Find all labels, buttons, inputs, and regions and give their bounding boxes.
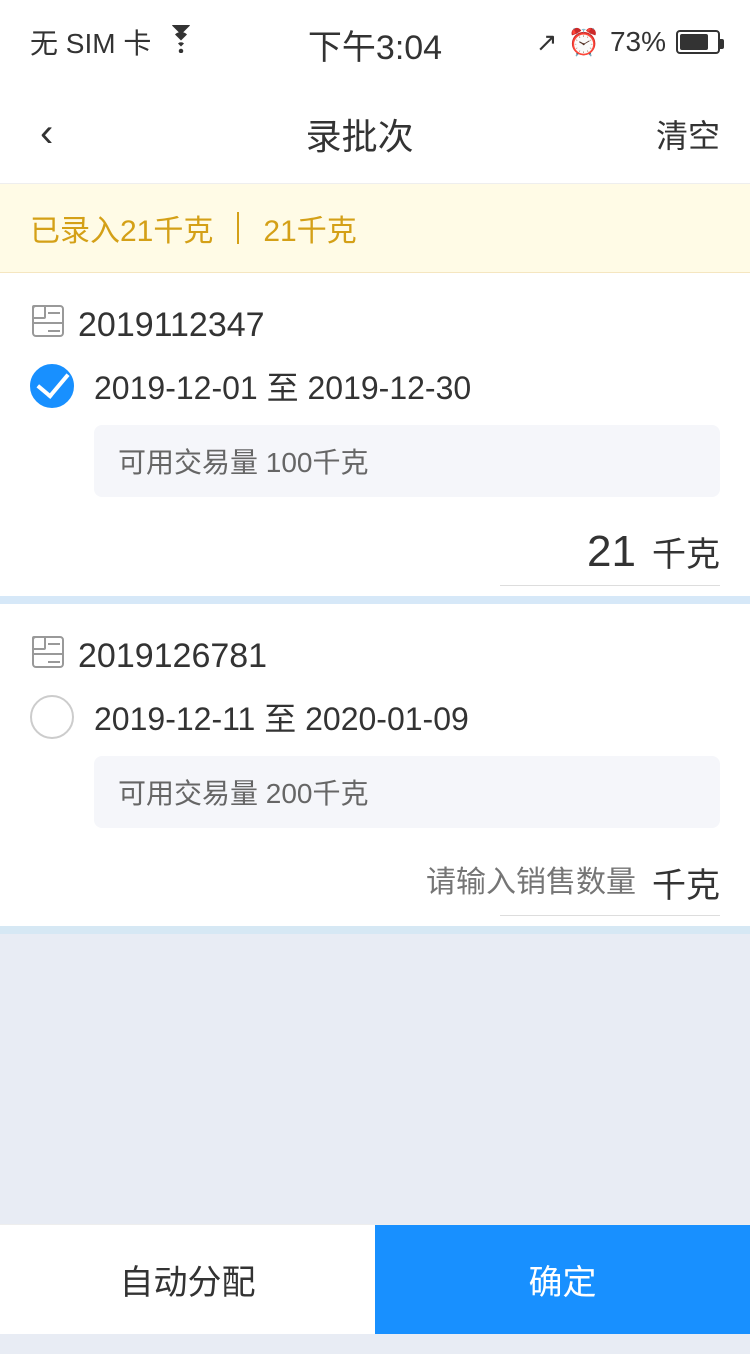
- batch-1-quantity: 21: [587, 527, 636, 577]
- batch-1-date: 2019-12-01 至 2019-12-30: [94, 363, 471, 409]
- info-banner-label: 已录入21千克: [30, 206, 213, 250]
- info-banner-value: 21千克: [263, 206, 356, 250]
- info-banner-divider: [237, 212, 239, 244]
- section-divider-1: [0, 596, 750, 604]
- status-bar: 无 SIM 卡 下午3:04 ↗ ⏰ 73%: [0, 0, 750, 84]
- wifi-icon: [163, 25, 199, 60]
- batch-2-header: 2019126781: [30, 634, 720, 678]
- batch-2-icon: [30, 634, 66, 678]
- location-icon: ↗: [536, 27, 558, 58]
- alarm-icon: ⏰: [568, 27, 600, 58]
- status-bar-time: 下午3:04: [308, 20, 442, 69]
- batch-1-id: 2019112347: [78, 306, 265, 345]
- batch-1-underline: [500, 585, 720, 586]
- section-divider-2: [0, 926, 750, 934]
- batch-2-card: 2019126781 2019-12-11 至 2020-01-09 可用交易量…: [0, 604, 750, 926]
- batch-2-quantity-input[interactable]: [316, 866, 636, 900]
- batch-2-avail: 可用交易量 200千克: [94, 756, 720, 828]
- batch-2-date: 2019-12-11 至 2020-01-09: [94, 694, 469, 740]
- batch-1-avail: 可用交易量 100千克: [94, 425, 720, 497]
- status-bar-right: ↗ ⏰ 73%: [536, 26, 720, 58]
- back-button[interactable]: ‹: [30, 101, 63, 166]
- batch-1-radio[interactable]: [30, 364, 74, 408]
- bottom-bar: 自动分配 确定: [0, 1224, 750, 1334]
- batch-2-underline: [500, 915, 720, 916]
- status-bar-left: 无 SIM 卡: [30, 22, 199, 62]
- page-title: 录批次: [306, 108, 414, 160]
- battery-label: 73%: [610, 26, 666, 58]
- batch-1-header: 2019112347: [30, 303, 720, 347]
- batch-2-radio[interactable]: [30, 695, 74, 739]
- clear-button[interactable]: 清空: [656, 111, 720, 157]
- batch-2-id: 2019126781: [78, 637, 267, 676]
- carrier-label: 无 SIM 卡: [30, 22, 151, 62]
- batch-2-date-row: 2019-12-11 至 2020-01-09: [30, 694, 720, 740]
- batch-1-icon: [30, 303, 66, 347]
- batch-1-card: 2019112347 2019-12-01 至 2019-12-30 可用交易量…: [0, 273, 750, 596]
- batch-2-unit: 千克: [652, 858, 720, 907]
- batch-1-unit: 千克: [652, 527, 720, 576]
- batch-1-date-row: 2019-12-01 至 2019-12-30: [30, 363, 720, 409]
- battery-icon: [676, 30, 720, 54]
- nav-bar: ‹ 录批次 清空: [0, 84, 750, 184]
- info-banner: 已录入21千克 21千克: [0, 184, 750, 273]
- auto-distribute-button[interactable]: 自动分配: [0, 1225, 375, 1334]
- confirm-button[interactable]: 确定: [375, 1225, 750, 1334]
